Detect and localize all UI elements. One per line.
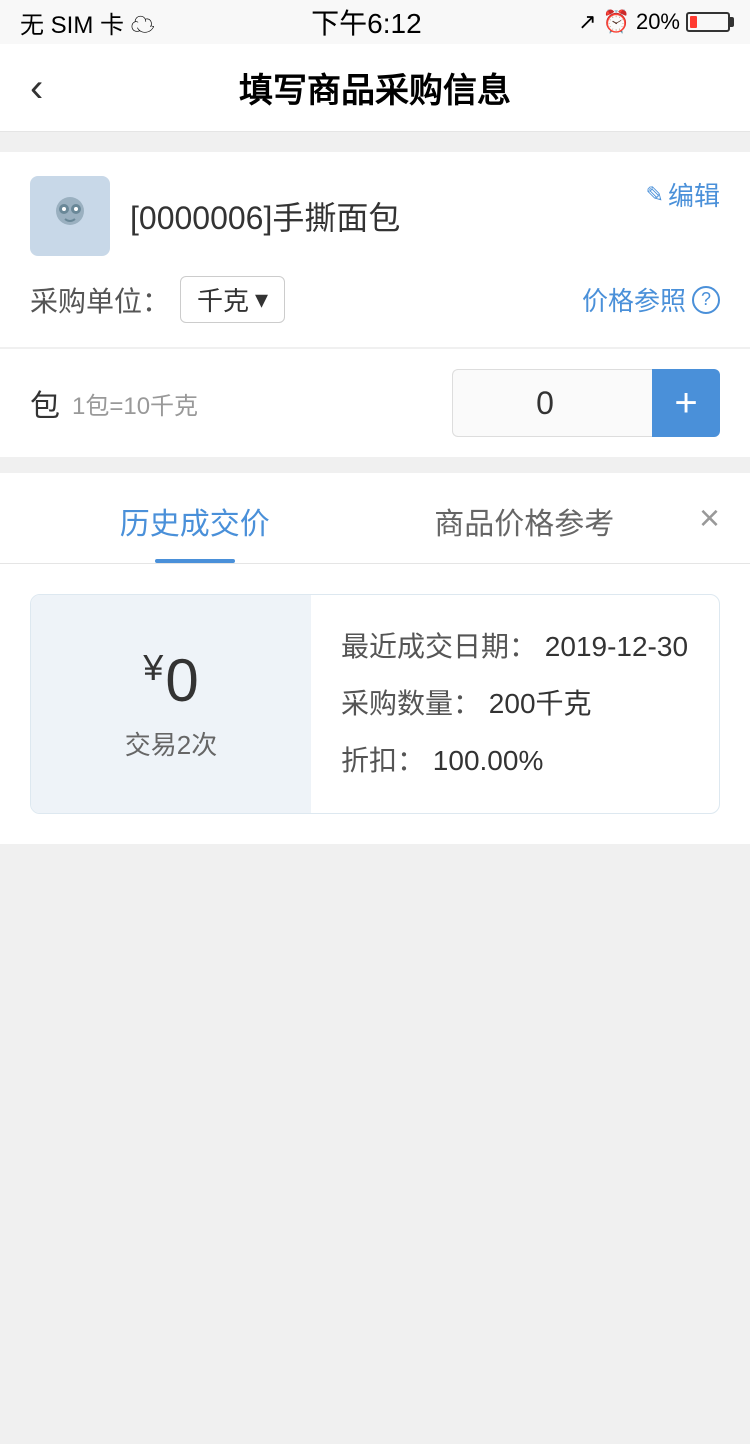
sim-status: 无 SIM 卡 ☁ <box>20 5 155 40</box>
unit-detail: 1包=10千克 <box>72 386 198 421</box>
close-tab-button[interactable]: × <box>699 477 720 559</box>
unit-tag: 包 <box>30 381 60 425</box>
product-unit-row: 采购单位： 千克 ▾ 价格参照 ? <box>30 276 720 323</box>
quantity-input-area: + <box>452 369 720 437</box>
unit-selector-area: 采购单位： 千克 ▾ <box>30 276 285 323</box>
status-bar: 无 SIM 卡 ☁ 下午6:12 ↗ ⏰ 20% <box>0 0 750 44</box>
history-price-value: ¥0 <box>143 646 198 715</box>
tab-history-price[interactable]: 历史成交价 <box>30 473 359 563</box>
quantity-plus-button[interactable]: + <box>652 369 720 437</box>
quantity-section: 包 1包=10千克 + <box>0 349 750 457</box>
product-header: [0000006]手撕面包 ✎ 编辑 <box>30 176 720 256</box>
alarm-icon: ⏰ <box>603 9 630 35</box>
nav-bar: ‹ 填写商品采购信息 <box>0 44 750 132</box>
quantity-input[interactable] <box>452 369 652 437</box>
status-time: 下午6:12 <box>311 2 422 42</box>
purchase-qty-row: 采购数量： 200千克 <box>341 684 689 723</box>
price-reference-button[interactable]: 价格参照 ? <box>582 281 720 318</box>
unit-dropdown[interactable]: 千克 ▾ <box>180 276 285 323</box>
history-price-card: ¥0 交易2次 最近成交日期： 2019-12-30 采购数量： 200千克 折… <box>30 594 720 814</box>
history-price-summary: ¥0 交易2次 <box>31 595 311 813</box>
quantity-unit-info: 包 1包=10千克 <box>30 381 198 425</box>
tabs-container: 历史成交价 商品价格参考 × ¥0 交易2次 最近成交日期： 2019-12-3… <box>0 473 750 844</box>
recent-date-row: 最近成交日期： 2019-12-30 <box>341 627 689 666</box>
back-button[interactable]: ‹ <box>30 68 43 108</box>
discount-row: 折扣： 100.00% <box>341 741 689 780</box>
tab-content-history: ¥0 交易2次 最近成交日期： 2019-12-30 采购数量： 200千克 折… <box>0 564 750 844</box>
product-name: [0000006]手撕面包 <box>130 193 400 239</box>
tabs-header: 历史成交价 商品价格参考 × <box>0 473 750 564</box>
chevron-down-icon: ▾ <box>255 284 268 315</box>
battery-percent: 20% <box>636 9 680 35</box>
unit-label: 采购单位： <box>30 280 170 320</box>
status-right: ↗ ⏰ 20% <box>578 9 730 35</box>
bottom-area <box>0 844 750 1444</box>
status-left: 无 SIM 卡 ☁ <box>20 5 155 40</box>
product-left: [0000006]手撕面包 <box>30 176 400 256</box>
battery-icon <box>686 12 730 32</box>
product-thumbnail <box>30 176 110 256</box>
edit-button[interactable]: ✎ 编辑 <box>646 176 720 213</box>
history-trades-count: 交易2次 <box>125 725 217 762</box>
help-icon: ? <box>692 286 720 314</box>
edit-icon: ✎ <box>646 182 664 208</box>
history-price-details: 最近成交日期： 2019-12-30 采购数量： 200千克 折扣： 100.0… <box>311 595 719 813</box>
page-title: 填写商品采购信息 <box>239 63 511 112</box>
tab-product-price-reference[interactable]: 商品价格参考 <box>359 473 688 563</box>
product-card: [0000006]手撕面包 ✎ 编辑 采购单位： 千克 ▾ 价格参照 ? <box>0 152 750 347</box>
location-icon: ↗ <box>578 9 596 35</box>
